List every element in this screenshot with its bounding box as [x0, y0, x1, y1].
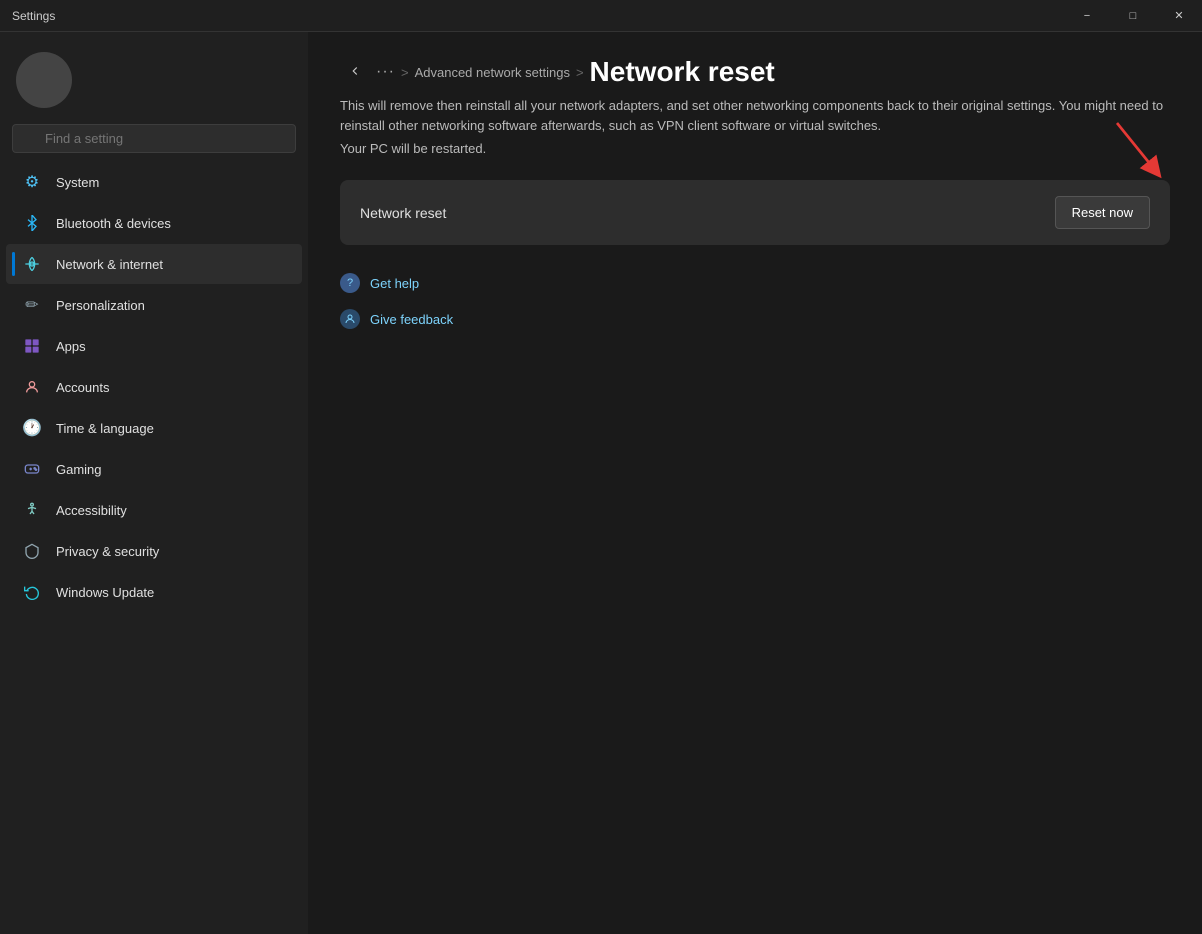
apps-icon	[22, 336, 42, 356]
breadcrumb-dots[interactable]: ···	[376, 63, 395, 81]
sidebar-item-label: Time & language	[56, 421, 154, 436]
reset-now-button[interactable]: Reset now	[1055, 196, 1150, 229]
content-area: ··· > Advanced network settings > Networ…	[308, 32, 1202, 934]
personalization-icon: ✏	[22, 295, 42, 315]
breadcrumb-current: Network reset	[590, 56, 775, 88]
sidebar-item-label: System	[56, 175, 99, 190]
sidebar-item-label: Bluetooth & devices	[56, 216, 171, 231]
get-help-text: Get help	[370, 276, 419, 291]
nav-items: ⚙ System Bluetooth & devices Network & i…	[0, 161, 308, 922]
search-wrapper: 🔍	[12, 124, 296, 153]
gaming-icon	[22, 459, 42, 479]
network-reset-card: Network reset Reset now	[340, 180, 1170, 245]
app-title: Settings	[12, 9, 55, 23]
maximize-button[interactable]: □	[1110, 0, 1156, 32]
sidebar-item-label: Network & internet	[56, 257, 163, 272]
bluetooth-icon	[22, 213, 42, 233]
close-button[interactable]: ✕	[1156, 0, 1202, 32]
breadcrumb-sep1: >	[401, 65, 409, 80]
sidebar: 🔍 ⚙ System Bluetooth & devices Network &…	[0, 32, 308, 934]
help-links: ? Get help Give feedback	[340, 269, 1170, 333]
sidebar-item-label: Windows Update	[56, 585, 154, 600]
time-icon: 🕐	[22, 418, 42, 438]
reset-card-label: Network reset	[360, 205, 446, 221]
system-icon: ⚙	[22, 172, 42, 192]
give-feedback-icon	[340, 309, 360, 329]
app-container: 🔍 ⚙ System Bluetooth & devices Network &…	[0, 32, 1202, 934]
sidebar-item-time[interactable]: 🕐 Time & language	[6, 408, 302, 448]
sidebar-item-label: Accessibility	[56, 503, 127, 518]
accessibility-icon	[22, 500, 42, 520]
breadcrumb: ··· > Advanced network settings > Networ…	[340, 56, 1170, 88]
update-icon	[22, 582, 42, 602]
description-text: This will remove then reinstall all your…	[340, 96, 1170, 135]
sidebar-item-label: Apps	[56, 339, 86, 354]
sidebar-item-network[interactable]: Network & internet	[6, 244, 302, 284]
sidebar-item-gaming[interactable]: Gaming	[6, 449, 302, 489]
network-icon	[22, 254, 42, 274]
avatar	[16, 52, 72, 108]
sidebar-item-privacy[interactable]: Privacy & security	[6, 531, 302, 571]
minimize-button[interactable]: −	[1064, 0, 1110, 32]
give-feedback-text: Give feedback	[370, 312, 453, 327]
breadcrumb-parent[interactable]: Advanced network settings	[415, 65, 570, 80]
sidebar-item-label: Gaming	[56, 462, 102, 477]
restart-notice: Your PC will be restarted.	[340, 141, 1170, 156]
accounts-icon	[22, 377, 42, 397]
search-input[interactable]	[12, 124, 296, 153]
get-help-link[interactable]: ? Get help	[340, 269, 1170, 297]
privacy-icon	[22, 541, 42, 561]
sidebar-item-accounts[interactable]: Accounts	[6, 367, 302, 407]
get-help-icon: ?	[340, 273, 360, 293]
reset-card-container: Network reset Reset now	[340, 180, 1170, 245]
sidebar-item-system[interactable]: ⚙ System	[6, 162, 302, 202]
search-container: 🔍	[0, 124, 308, 161]
sidebar-item-personalization[interactable]: ✏ Personalization	[6, 285, 302, 325]
titlebar: Settings − □ ✕	[0, 0, 1202, 32]
sidebar-item-apps[interactable]: Apps	[6, 326, 302, 366]
give-feedback-link[interactable]: Give feedback	[340, 305, 1170, 333]
sidebar-item-update[interactable]: Windows Update	[6, 572, 302, 612]
sidebar-item-bluetooth[interactable]: Bluetooth & devices	[6, 203, 302, 243]
window-controls: − □ ✕	[1064, 0, 1202, 32]
user-profile	[0, 44, 308, 124]
back-button[interactable]	[340, 60, 370, 85]
sidebar-item-label: Personalization	[56, 298, 145, 313]
breadcrumb-sep2: >	[576, 65, 584, 80]
sidebar-item-label: Privacy & security	[56, 544, 159, 559]
sidebar-item-label: Accounts	[56, 380, 109, 395]
sidebar-item-accessibility[interactable]: Accessibility	[6, 490, 302, 530]
